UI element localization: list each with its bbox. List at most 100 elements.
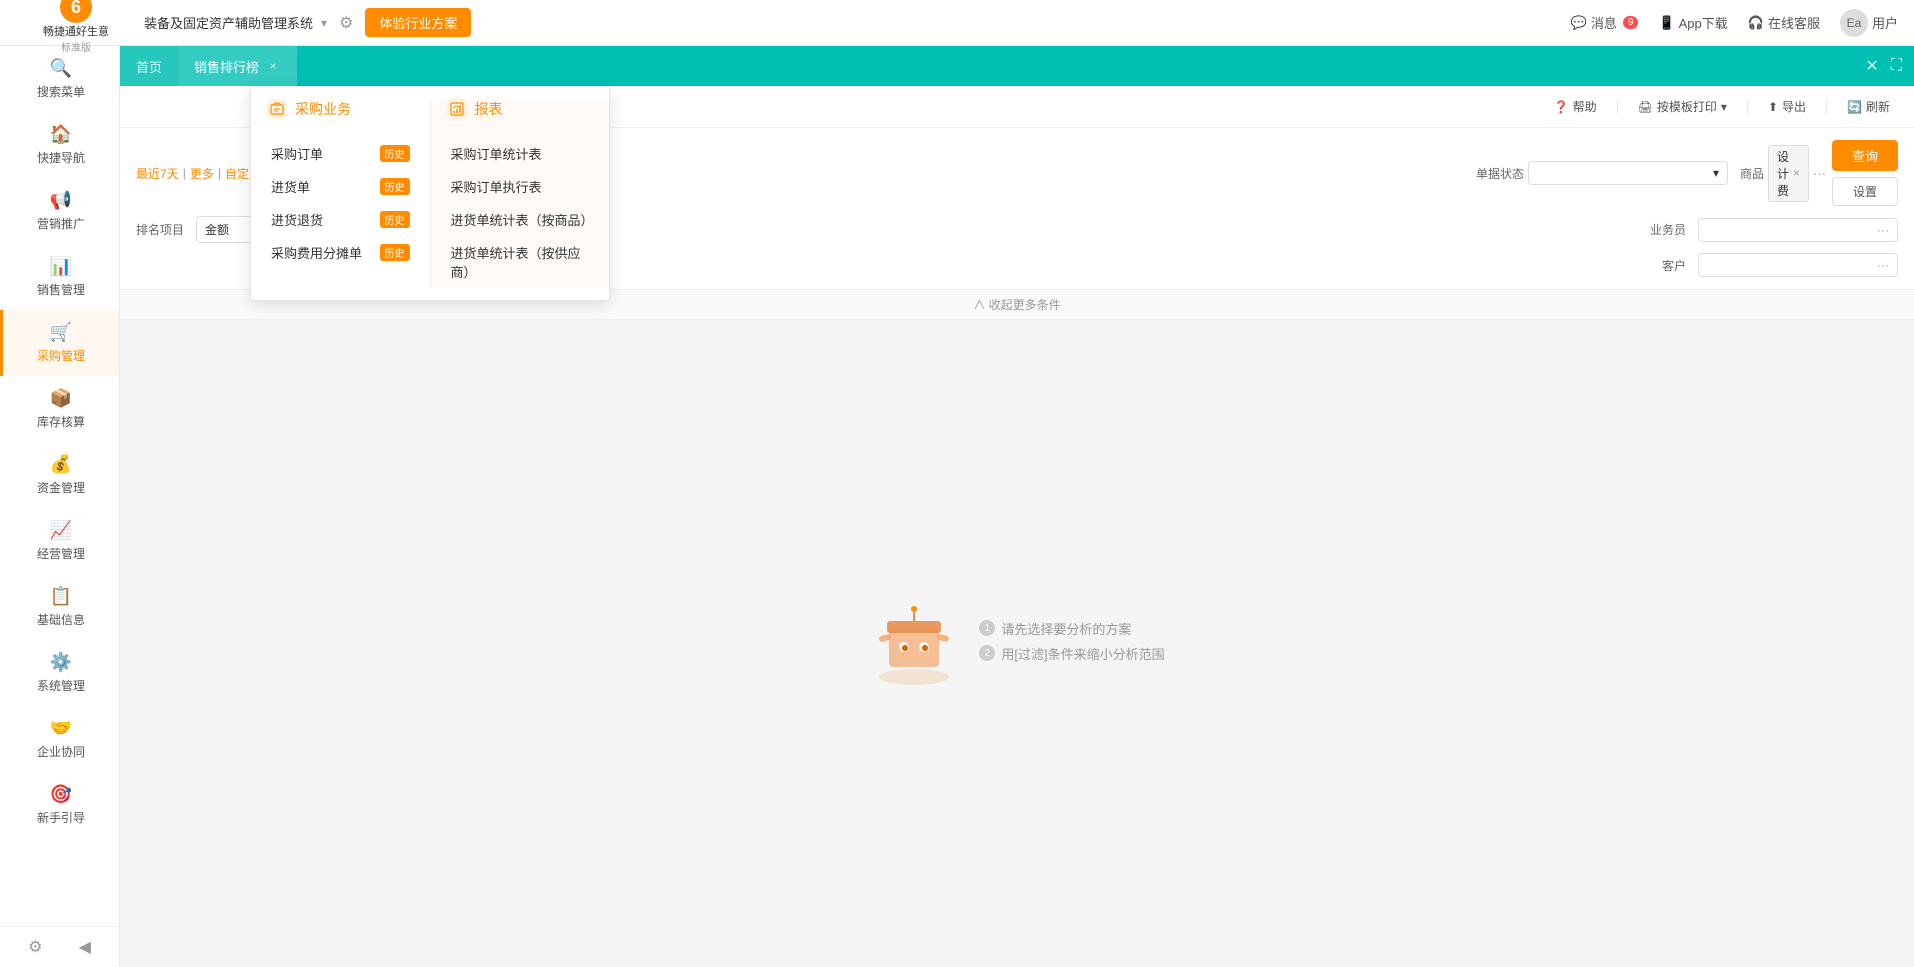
app-download-action[interactable]: 📱 App下载 — [1658, 13, 1727, 32]
menu-item-inbound-stats-supplier[interactable]: 进货单统计表（按供应商） — [447, 236, 594, 288]
tab-maximize-icon[interactable]: ⛶ — [1887, 53, 1906, 79]
return-history: 历史 — [380, 211, 410, 228]
export-icon: ⬆ — [1768, 100, 1778, 114]
refresh-btn[interactable]: 🔄 刷新 — [1839, 94, 1898, 119]
divider-1 — [1617, 100, 1618, 114]
message-label: 消息 — [1591, 13, 1617, 32]
sidebar-item-label-purchase: 采购管理 — [37, 347, 85, 364]
product-dots[interactable]: ··· — [1813, 166, 1826, 181]
help-icon: ❓ — [1554, 100, 1569, 114]
product-label: 商品 — [1740, 165, 1764, 182]
user-action[interactable]: Ea 用户 — [1840, 9, 1898, 37]
sidebar-item-sales[interactable]: 📊 销售管理 — [0, 244, 119, 310]
sidebar-item-search[interactable]: 🔍 搜索菜单 — [0, 46, 119, 112]
empty-state: 1 请先选择要分析的方案 2 用[过滤]条件来缩小分析范围 — [120, 320, 1914, 967]
purchase-order-label: 采购订单 — [271, 144, 323, 163]
menu-item-cost-allocation[interactable]: 采购费用分摊单 历史 — [267, 236, 414, 269]
salesperson-select[interactable]: ··· — [1698, 218, 1898, 242]
divider-3 — [1826, 100, 1827, 114]
menu-item-purchase-order[interactable]: 采购订单 历史 — [267, 137, 414, 170]
sidebar-item-operations[interactable]: 📈 经营管理 — [0, 508, 119, 574]
sidebar-item-system[interactable]: ⚙️ 系统管理 — [0, 640, 119, 706]
inbound-stats-supplier-label: 进货单统计表（按供应商） — [451, 243, 590, 281]
tab-close-icon[interactable]: × — [265, 58, 281, 74]
sidebar-settings-icon[interactable]: ⚙ — [28, 937, 42, 957]
sidebar-item-inventory[interactable]: 📦 库存核算 — [0, 376, 119, 442]
tab-home-label: 首页 — [136, 57, 162, 76]
print-dropdown-icon: ▾ — [1721, 100, 1727, 114]
customer-dots: ··· — [1877, 258, 1889, 272]
tab-bar-actions: ✕ ⛶ — [1861, 52, 1914, 80]
order-stats-label: 采购订单统计表 — [451, 144, 542, 163]
sidebar-item-label-guide: 新手引导 — [37, 809, 85, 826]
doc-status-filter: 单据状态 ▾ — [1476, 161, 1728, 185]
set-button[interactable]: 设置 — [1832, 177, 1898, 206]
product-tag-text: 设计费 — [1777, 148, 1789, 199]
help-btn[interactable]: ❓ 帮助 — [1546, 94, 1605, 119]
print-label: 按模板打印 — [1657, 98, 1717, 115]
system-icon: ⚙️ — [50, 652, 72, 673]
sidebar-item-marketing[interactable]: 📢 营销推广 — [0, 178, 119, 244]
top-header: 6 畅捷通好生意 标准版 装备及固定资产辅助管理系统 ▾ ⚙ 体验行业方案 💬 … — [0, 0, 1914, 46]
return-label: 进货退货 — [271, 210, 323, 229]
report-column-title: 报表 — [475, 99, 503, 119]
tab-close-all-icon[interactable]: ✕ — [1861, 52, 1882, 80]
inventory-icon: 📦 — [50, 388, 72, 409]
menu-item-order-stats[interactable]: 采购订单统计表 — [447, 137, 594, 170]
user-label: 用户 — [1872, 13, 1898, 32]
report-svg-icon — [450, 102, 464, 116]
doc-status-label: 单据状态 — [1476, 165, 1524, 182]
sidebar-item-nav[interactable]: 🏠 快捷导航 — [0, 112, 119, 178]
purchase-dropdown-menu: 采购业务 采购订单 历史 进货单 历史 进货退货 历史 采购费用分摊单 历史 — [250, 86, 610, 301]
sidebar-item-label-finance: 资金管理 — [37, 479, 85, 496]
menu-item-order-exec[interactable]: 采购订单执行表 — [447, 170, 594, 203]
date-more[interactable]: 更多 — [190, 165, 214, 182]
industry-btn[interactable]: 体验行业方案 — [365, 8, 471, 37]
cost-allocation-history: 历史 — [380, 244, 410, 261]
message-action[interactable]: 💬 消息 9 — [1571, 13, 1639, 32]
guide-icon: 🎯 — [50, 784, 72, 805]
export-btn[interactable]: ⬆ 导出 — [1760, 94, 1814, 119]
cost-allocation-label: 采购费用分摊单 — [271, 243, 362, 262]
purchase-business-column: 采购业务 采购订单 历史 进货单 历史 进货退货 历史 采购费用分摊单 历史 — [251, 99, 430, 288]
sidebar-item-finance[interactable]: 💰 资金管理 — [0, 442, 119, 508]
app-subtitle: 标准版 — [61, 39, 91, 54]
system-settings-icon[interactable]: ⚙ — [339, 13, 353, 33]
sidebar-item-guide[interactable]: 🎯 新手引导 — [0, 772, 119, 838]
inbound-label: 进货单 — [271, 177, 310, 196]
query-button[interactable]: 查询 — [1832, 140, 1898, 171]
app-title: 畅捷通好生意 — [43, 23, 109, 39]
menu-item-inbound-stats-product[interactable]: 进货单统计表（按商品） — [447, 203, 594, 236]
app-logo-icon: 6 — [60, 0, 92, 23]
sidebar-item-cooperation[interactable]: 🤝 企业协同 — [0, 706, 119, 772]
menu-item-inbound[interactable]: 进货单 历史 — [267, 170, 414, 203]
refresh-icon: 🔄 — [1847, 100, 1862, 114]
online-service-action[interactable]: 🎧 在线客服 — [1748, 13, 1820, 32]
online-service-label: 在线客服 — [1768, 13, 1820, 32]
doc-status-select[interactable]: ▾ — [1528, 161, 1728, 185]
sidebar-item-label-inventory: 库存核算 — [37, 413, 85, 430]
sidebar-item-purchase[interactable]: 🛒 采购管理 — [0, 310, 119, 376]
divider-2 — [1747, 100, 1748, 114]
system-name: 装备及固定资产辅助管理系统 — [144, 13, 313, 32]
sidebar-item-label-sales: 销售管理 — [37, 281, 85, 298]
step2-num: 2 — [979, 645, 995, 661]
product-tag-close[interactable]: × — [1793, 166, 1800, 180]
sidebar-item-basicinfo[interactable]: 📋 基础信息 — [0, 574, 119, 640]
purchase-icon: 🛒 — [50, 322, 72, 343]
rank-label: 排名项目 — [136, 221, 184, 238]
operations-icon: 📈 — [50, 520, 72, 541]
print-template-btn[interactable]: 🖨 按模板打印 ▾ — [1630, 94, 1735, 119]
product-filter: 商品 设计费 × ··· — [1740, 145, 1820, 202]
customer-label: 客户 — [1662, 257, 1686, 274]
customer-select[interactable]: ··· — [1698, 253, 1898, 277]
basicinfo-icon: 📋 — [50, 586, 72, 607]
sidebar-collapse-icon[interactable]: ◀ — [79, 937, 91, 957]
report-header-icon — [447, 99, 467, 119]
empty-illustration — [869, 597, 959, 690]
date-7days[interactable]: 最近7天 — [136, 165, 179, 182]
menu-item-return[interactable]: 进货退货 历史 — [267, 203, 414, 236]
home-icon: 🏠 — [50, 124, 72, 145]
system-dropdown-icon[interactable]: ▾ — [321, 16, 327, 30]
tab-sales-ranking[interactable]: 销售排行榜 × — [178, 46, 297, 86]
